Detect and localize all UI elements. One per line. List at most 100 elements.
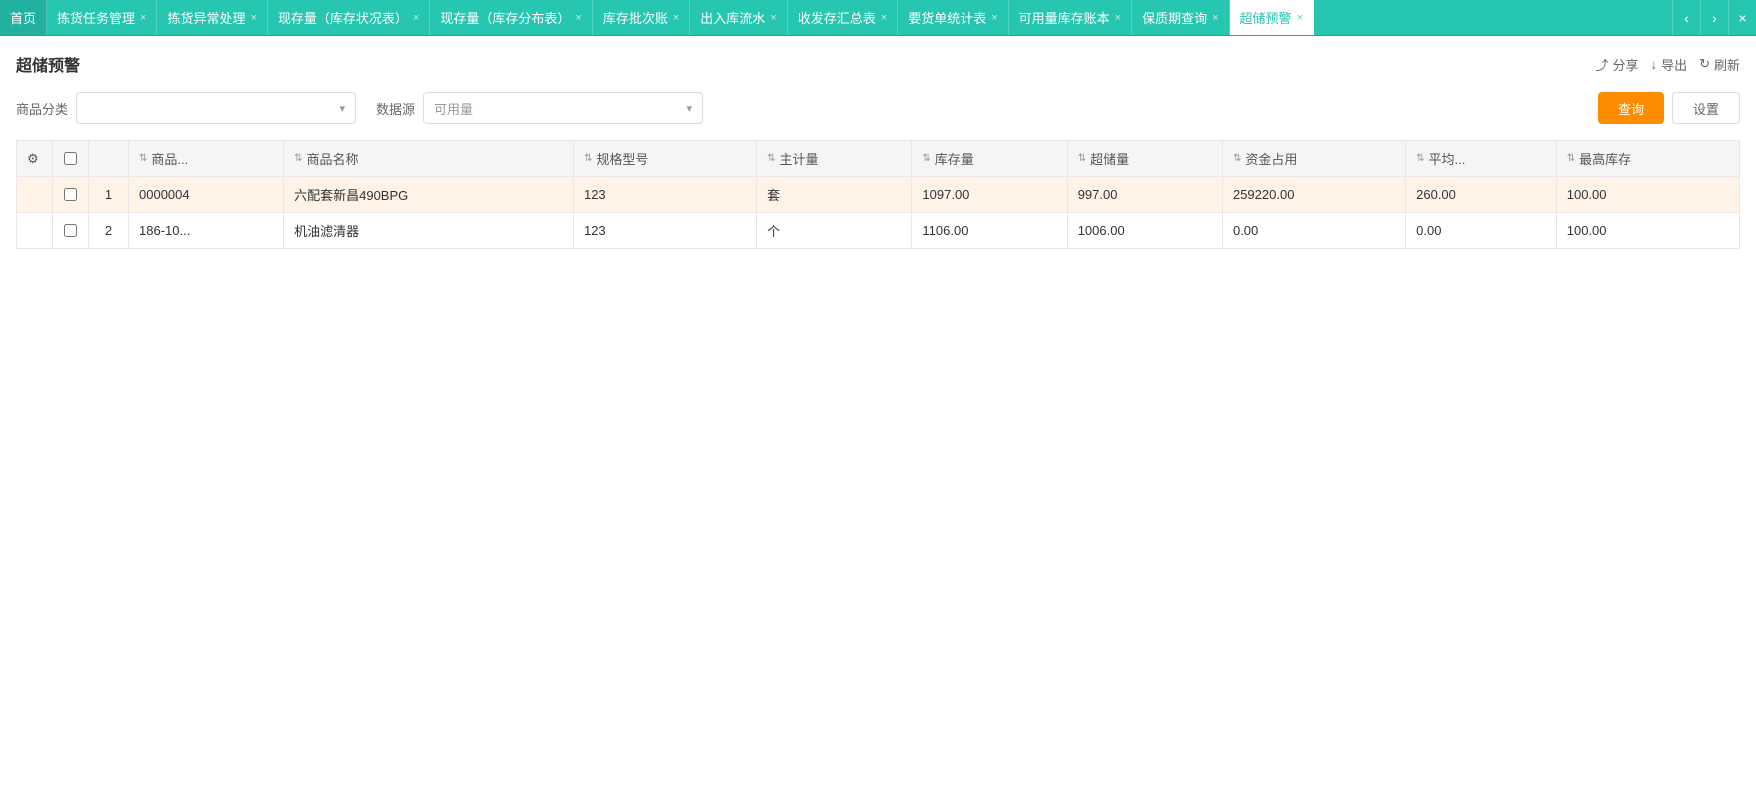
sort-icon: ⇅ <box>1567 153 1575 164</box>
sort-icon: ⇅ <box>767 153 775 164</box>
row-index: 1 <box>89 177 129 213</box>
nav-item-stock-status[interactable]: 现存量（库存状况表） × <box>268 0 430 36</box>
row-stock: 1097.00 <box>912 177 1067 213</box>
select-all-checkbox[interactable] <box>64 152 77 165</box>
nav-close-button[interactable]: × <box>1728 0 1756 36</box>
close-icon[interactable]: × <box>991 12 997 24</box>
sort-icon: ⇅ <box>922 153 930 164</box>
top-nav: 首页 拣货任务管理 × 拣货异常处理 × 现存量（库存状况表） × 现存量（库存… <box>0 0 1756 36</box>
row-checkbox[interactable] <box>64 224 77 237</box>
export-icon: ↓ <box>1651 57 1658 72</box>
close-icon[interactable]: × <box>881 12 887 24</box>
nav-item-task[interactable]: 拣货任务管理 × <box>47 0 157 36</box>
nav-item-available[interactable]: 可用量库存账本 × <box>1009 0 1132 36</box>
th-max-stock[interactable]: ⇅ 最高库存 <box>1556 141 1739 177</box>
table-header-row: ⚙ ⇅ 商品... ⇅ 商品名称 <box>17 141 1740 177</box>
nav-item-flow[interactable]: 出入库流水 × <box>690 0 787 36</box>
category-filter: 商品分类 ▾ <box>16 92 356 124</box>
settings-button[interactable]: 设置 <box>1672 92 1740 124</box>
nav-item-summary[interactable]: 收发存汇总表 × <box>788 0 898 36</box>
data-table: ⚙ ⇅ 商品... ⇅ 商品名称 <box>16 140 1740 249</box>
th-checkbox <box>53 141 89 177</box>
sort-icon: ⇅ <box>584 153 592 164</box>
nav-item-batch[interactable]: 库存批次账 × <box>593 0 690 36</box>
row-sku-code: 186-10... <box>129 213 284 249</box>
th-over-stock[interactable]: ⇅ 超储量 <box>1067 141 1222 177</box>
query-button[interactable]: 查询 <box>1598 92 1664 124</box>
close-icon[interactable]: × <box>575 12 581 24</box>
nav-item-overstock[interactable]: 超储预警 × <box>1230 0 1314 36</box>
th-stock[interactable]: ⇅ 库存量 <box>912 141 1067 177</box>
row-settings-cell <box>17 213 53 249</box>
nav-item-home[interactable]: 首页 <box>0 0 47 36</box>
filter-row: 商品分类 ▾ 数据源 可用量 ▾ 查询 设置 <box>16 92 1740 124</box>
row-over-stock: 1006.00 <box>1067 213 1222 249</box>
th-sku-name[interactable]: ⇅ 商品名称 <box>284 141 574 177</box>
nav-item-order-stats[interactable]: 要货单统计表 × <box>898 0 1008 36</box>
datasource-label: 数据源 <box>376 99 415 118</box>
page-title: 超储预警 <box>16 52 80 76</box>
nav-prev-button[interactable]: ‹ <box>1672 0 1700 36</box>
row-max-stock: 100.00 <box>1556 177 1739 213</box>
row-max-stock: 100.00 <box>1556 213 1739 249</box>
nav-item-expiry[interactable]: 保质期查询 × <box>1132 0 1229 36</box>
sort-icon: ⇅ <box>1416 153 1424 164</box>
close-icon[interactable]: × <box>413 12 419 24</box>
row-sku-name: 机油滤清器 <box>284 213 574 249</box>
th-settings[interactable]: ⚙ <box>17 141 53 177</box>
main-content: 超储预警 ⤴ 分享 ↓ 导出 ↻ 刷新 商品分类 ▾ 数据源 <box>0 36 1756 800</box>
row-checkbox-cell <box>53 213 89 249</box>
th-avg[interactable]: ⇅ 平均... <box>1406 141 1557 177</box>
close-icon[interactable]: × <box>673 12 679 24</box>
nav-item-exception[interactable]: 拣货异常处理 × <box>157 0 267 36</box>
filter-actions: 查询 设置 <box>1598 92 1740 124</box>
th-unit[interactable]: ⇅ 主计量 <box>757 141 912 177</box>
close-icon[interactable]: × <box>1297 12 1303 24</box>
row-capital: 259220.00 <box>1222 177 1405 213</box>
category-select[interactable]: ▾ <box>76 92 356 124</box>
export-button[interactable]: ↓ 导出 <box>1651 55 1688 74</box>
refresh-button[interactable]: ↻ 刷新 <box>1699 55 1740 74</box>
row-checkbox-cell <box>53 177 89 213</box>
sort-icon: ⇅ <box>1078 153 1086 164</box>
close-icon[interactable]: × <box>140 12 146 24</box>
nav-item-stock-dist[interactable]: 现存量（库存分布表） × <box>430 0 592 36</box>
category-label: 商品分类 <box>16 99 68 118</box>
th-spec[interactable]: ⇅ 规格型号 <box>573 141 756 177</box>
close-icon[interactable]: × <box>250 12 256 24</box>
row-over-stock: 997.00 <box>1067 177 1222 213</box>
row-index: 2 <box>89 213 129 249</box>
row-unit: 套 <box>757 177 912 213</box>
refresh-icon: ↻ <box>1699 56 1710 72</box>
row-checkbox[interactable] <box>64 188 77 201</box>
chevron-down-icon: ▾ <box>687 102 693 115</box>
share-icon: ⤴ <box>1596 55 1609 74</box>
row-sku-name: 六配套新昌490BPG <box>284 177 574 213</box>
share-button[interactable]: ⤴ 分享 <box>1596 55 1639 74</box>
th-index <box>89 141 129 177</box>
datasource-select[interactable]: 可用量 ▾ <box>423 92 703 124</box>
nav-next-button[interactable]: › <box>1700 0 1728 36</box>
close-icon[interactable]: × <box>1212 12 1218 24</box>
row-stock: 1106.00 <box>912 213 1067 249</box>
sort-icon: ⇅ <box>139 153 147 164</box>
table-row: 2 186-10... 机油滤清器 123 个 1106.00 1006.00 … <box>17 213 1740 249</box>
close-icon[interactable]: × <box>1115 12 1121 24</box>
row-avg: 260.00 <box>1406 177 1557 213</box>
th-sku-code[interactable]: ⇅ 商品... <box>129 141 284 177</box>
row-sku-code: 0000004 <box>129 177 284 213</box>
nav-arrows: ‹ › × <box>1672 0 1756 36</box>
row-avg: 0.00 <box>1406 213 1557 249</box>
row-capital: 0.00 <box>1222 213 1405 249</box>
sort-icon: ⇅ <box>294 153 302 164</box>
table-row: 1 0000004 六配套新昌490BPG 123 套 1097.00 997.… <box>17 177 1740 213</box>
settings-icon: ⚙ <box>27 151 39 166</box>
sort-icon: ⇅ <box>1233 153 1241 164</box>
page-header: 超储预警 ⤴ 分享 ↓ 导出 ↻ 刷新 <box>16 52 1740 76</box>
header-actions: ⤴ 分享 ↓ 导出 ↻ 刷新 <box>1596 55 1740 74</box>
datasource-select-value: 可用量 <box>434 99 473 118</box>
close-icon[interactable]: × <box>770 12 776 24</box>
row-unit: 个 <box>757 213 912 249</box>
th-capital[interactable]: ⇅ 资金占用 <box>1222 141 1405 177</box>
row-settings-cell <box>17 177 53 213</box>
